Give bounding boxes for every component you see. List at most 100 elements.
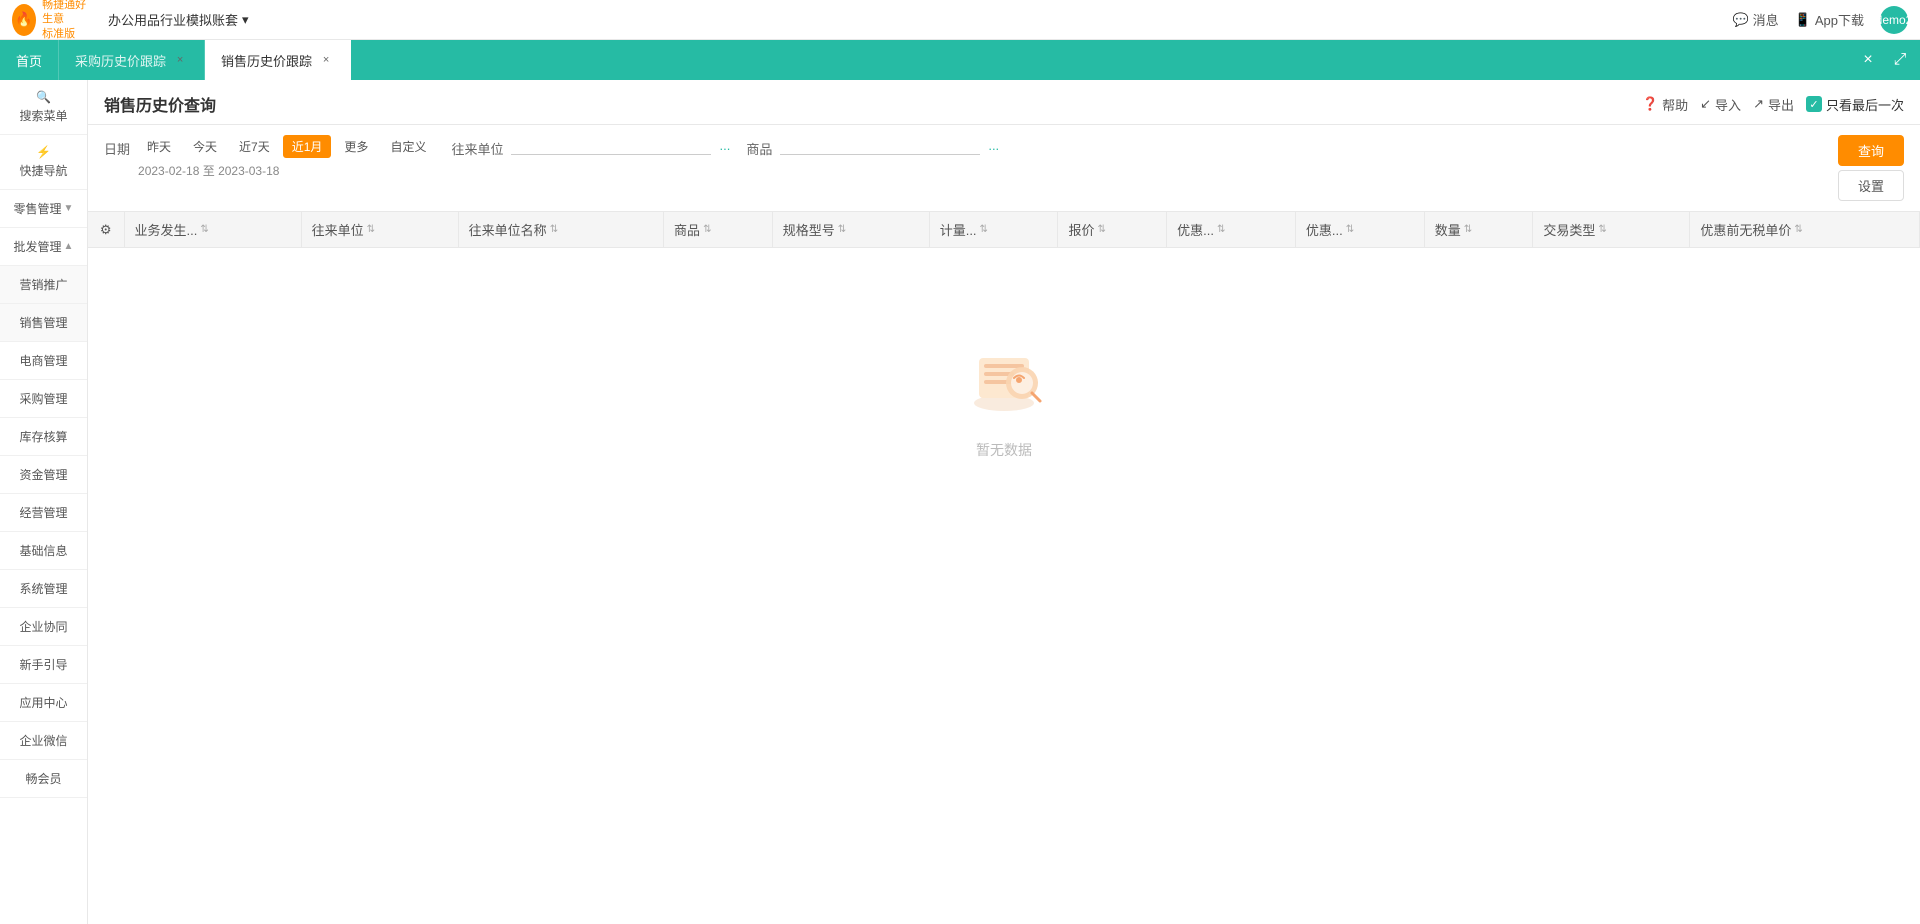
sidebar-item-quick-nav[interactable]: ⚡ 快捷导航 <box>0 135 87 190</box>
sidebar-item-new-guide[interactable]: 新手引导 <box>0 646 87 684</box>
sidebar-item-member[interactable]: 畅会员 <box>0 760 87 798</box>
product-input-wrap: ... <box>780 135 999 155</box>
tab-purchase-close[interactable]: × <box>172 52 188 68</box>
date-btn-more[interactable]: 更多 <box>335 135 377 158</box>
th-biz-date[interactable]: 业务发生... ⇅ <box>124 212 301 248</box>
date-btn-7days[interactable]: 近7天 <box>230 135 279 158</box>
user-avatar-action[interactable]: demo2 <box>1880 6 1908 34</box>
only-last-label: 只看最后一次 <box>1826 95 1904 114</box>
sidebar-item-marketing[interactable]: 营销推广 <box>0 266 87 304</box>
sidebar-item-enterprise-coop-label: 企业协同 <box>19 618 67 635</box>
app-download-action[interactable]: 📱 App下载 <box>1795 10 1864 29</box>
sidebar-item-enterprise-wechat[interactable]: 企业微信 <box>0 722 87 760</box>
main-layout: 🔍 搜索菜单 ⚡ 快捷导航 零售管理 ▼ 批发管理 ▲ 营销推广 销售管理 电商… <box>0 80 1920 924</box>
sidebar-item-inventory[interactable]: 库存核算 <box>0 418 87 456</box>
sidebar-item-search-menu[interactable]: 🔍 搜索菜单 <box>0 80 87 135</box>
sidebar-item-search-menu-label: 搜索菜单 <box>19 107 67 124</box>
th-trade-type[interactable]: 交易类型 ⇅ <box>1533 212 1690 248</box>
th-quoted-price[interactable]: 报价 ⇅ <box>1058 212 1167 248</box>
sidebar-item-quick-nav-label: 快捷导航 <box>19 162 67 179</box>
sidebar-item-finance-mgmt[interactable]: 资金管理 <box>0 456 87 494</box>
date-btn-1month[interactable]: 近1月 <box>283 135 332 158</box>
page-header: 销售历史价查询 ❓ 帮助 ↙ 导入 ↗ 导出 ✓ <box>88 80 1920 125</box>
sidebar-item-sales-mgmt-label: 销售管理 <box>19 314 67 331</box>
product-filter-label: 商品 <box>746 135 772 158</box>
th-pre-tax-price[interactable]: 优惠前无税单价 ⇅ <box>1690 212 1920 248</box>
tab-purchase-history[interactable]: 采购历史价跟踪 × <box>59 40 205 80</box>
message-action[interactable]: 💬 消息 <box>1732 10 1778 29</box>
th-partner-name[interactable]: 往来单位名称 ⇅ <box>458 212 663 248</box>
sidebar-item-inventory-label: 库存核算 <box>19 428 67 445</box>
logo-icon: 🔥 <box>12 4 36 36</box>
tab-sales-history[interactable]: 销售历史价跟踪 × <box>205 40 351 80</box>
sidebar-item-retail-mgmt[interactable]: 零售管理 ▼ <box>0 190 87 228</box>
sort-icon: ⇅ <box>1346 224 1354 235</box>
date-btn-custom[interactable]: 自定义 <box>381 135 435 158</box>
th-discount1[interactable]: 优惠... ⇅ <box>1167 212 1296 248</box>
sidebar: 🔍 搜索菜单 ⚡ 快捷导航 零售管理 ▼ 批发管理 ▲ 营销推广 销售管理 电商… <box>0 80 88 924</box>
partner-dots[interactable]: ... <box>719 138 730 153</box>
sidebar-item-ecom-mgmt[interactable]: 电商管理 <box>0 342 87 380</box>
date-btn-today[interactable]: 今天 <box>184 135 226 158</box>
only-last-checkbox-wrap[interactable]: ✓ 只看最后一次 <box>1806 95 1904 114</box>
product-dots[interactable]: ... <box>988 138 999 153</box>
sidebar-item-app-center[interactable]: 应用中心 <box>0 684 87 722</box>
date-filter-label: 日期 <box>104 135 130 158</box>
sort-icon: ⇅ <box>703 224 711 235</box>
quick-nav-icon: ⚡ <box>36 145 51 159</box>
close-all-tabs-button[interactable]: × <box>1856 48 1880 72</box>
sidebar-item-enterprise-wechat-label: 企业微信 <box>19 732 67 749</box>
sidebar-item-basic-info[interactable]: 基础信息 <box>0 532 87 570</box>
tab-purchase-label: 采购历史价跟踪 <box>75 51 166 70</box>
th-qty[interactable]: 数量 ⇅ <box>1424 212 1533 248</box>
date-filter-group: 日期 昨天 今天 近7天 近1月 更多 自定义 2023-02-18 至 202… <box>104 135 435 179</box>
sidebar-item-enterprise-coop[interactable]: 企业协同 <box>0 608 87 646</box>
sidebar-item-purchase-mgmt-label: 采购管理 <box>19 390 67 407</box>
tab-bar-actions: × ⤢ <box>1856 48 1912 72</box>
query-button[interactable]: 查询 <box>1838 135 1904 166</box>
sort-icon: ⇅ <box>367 224 375 235</box>
th-spec[interactable]: 规格型号 ⇅ <box>772 212 929 248</box>
sidebar-item-sales-mgmt[interactable]: 销售管理 <box>0 304 87 342</box>
maximize-button[interactable]: ⤢ <box>1888 48 1912 72</box>
th-unit[interactable]: 计量... ⇅ <box>929 212 1058 248</box>
filter-bar: 日期 昨天 今天 近7天 近1月 更多 自定义 2023-02-18 至 202… <box>88 125 1920 212</box>
sidebar-item-ops-mgmt[interactable]: 经营管理 <box>0 494 87 532</box>
th-partner-code[interactable]: 往来单位 ⇅ <box>301 212 458 248</box>
tab-sales-close[interactable]: × <box>318 52 334 68</box>
page-actions: ❓ 帮助 ↙ 导入 ↗ 导出 ✓ 只看最后一次 <box>1642 95 1904 114</box>
export-button[interactable]: ↗ 导出 <box>1753 95 1794 114</box>
only-last-checkbox[interactable]: ✓ <box>1806 96 1822 112</box>
gear-icon[interactable]: ⚙ <box>100 222 112 237</box>
import-button[interactable]: ↙ 导入 <box>1700 95 1741 114</box>
th-discount2[interactable]: 优惠... ⇅ <box>1295 212 1424 248</box>
tab-home-label: 首页 <box>16 51 42 70</box>
chevron-down-icon: ▾ <box>242 12 249 28</box>
sidebar-item-finance-mgmt-label: 资金管理 <box>19 466 67 483</box>
sort-icon: ⇅ <box>980 224 988 235</box>
help-icon: ❓ <box>1642 96 1658 112</box>
help-button[interactable]: ❓ 帮助 <box>1642 95 1688 114</box>
partner-filter-group: 往来单位 ... <box>451 135 730 158</box>
product-input[interactable] <box>780 135 980 155</box>
sidebar-item-sys-mgmt[interactable]: 系统管理 <box>0 570 87 608</box>
settings-button[interactable]: 设置 <box>1838 170 1904 201</box>
sidebar-item-purchase-mgmt[interactable]: 采购管理 <box>0 380 87 418</box>
sort-icon: ⇅ <box>1217 224 1225 235</box>
partner-input[interactable] <box>511 135 711 155</box>
sort-icon: ⇅ <box>1098 224 1106 235</box>
sidebar-item-wholesale-mgmt[interactable]: 批发管理 ▲ <box>0 228 87 266</box>
tab-home[interactable]: 首页 <box>0 40 59 80</box>
filter-right-buttons: 查询 设置 <box>1838 135 1904 201</box>
industry-selector[interactable]: 办公用品行业模拟账套 ▾ <box>100 10 257 29</box>
th-gear[interactable]: ⚙ <box>88 212 124 248</box>
empty-text: 暂无数据 <box>976 440 1032 460</box>
avatar: demo2 <box>1880 6 1908 34</box>
date-btn-yesterday[interactable]: 昨天 <box>138 135 180 158</box>
chevron-down-icon: ▼ <box>64 203 74 214</box>
chevron-up-icon: ▲ <box>64 241 74 252</box>
page-content: 销售历史价查询 ❓ 帮助 ↙ 导入 ↗ 导出 ✓ <box>88 80 1920 924</box>
th-product[interactable]: 商品 ⇅ <box>664 212 773 248</box>
empty-icon <box>954 328 1054 428</box>
tab-sales-label: 销售历史价跟踪 <box>221 51 312 70</box>
